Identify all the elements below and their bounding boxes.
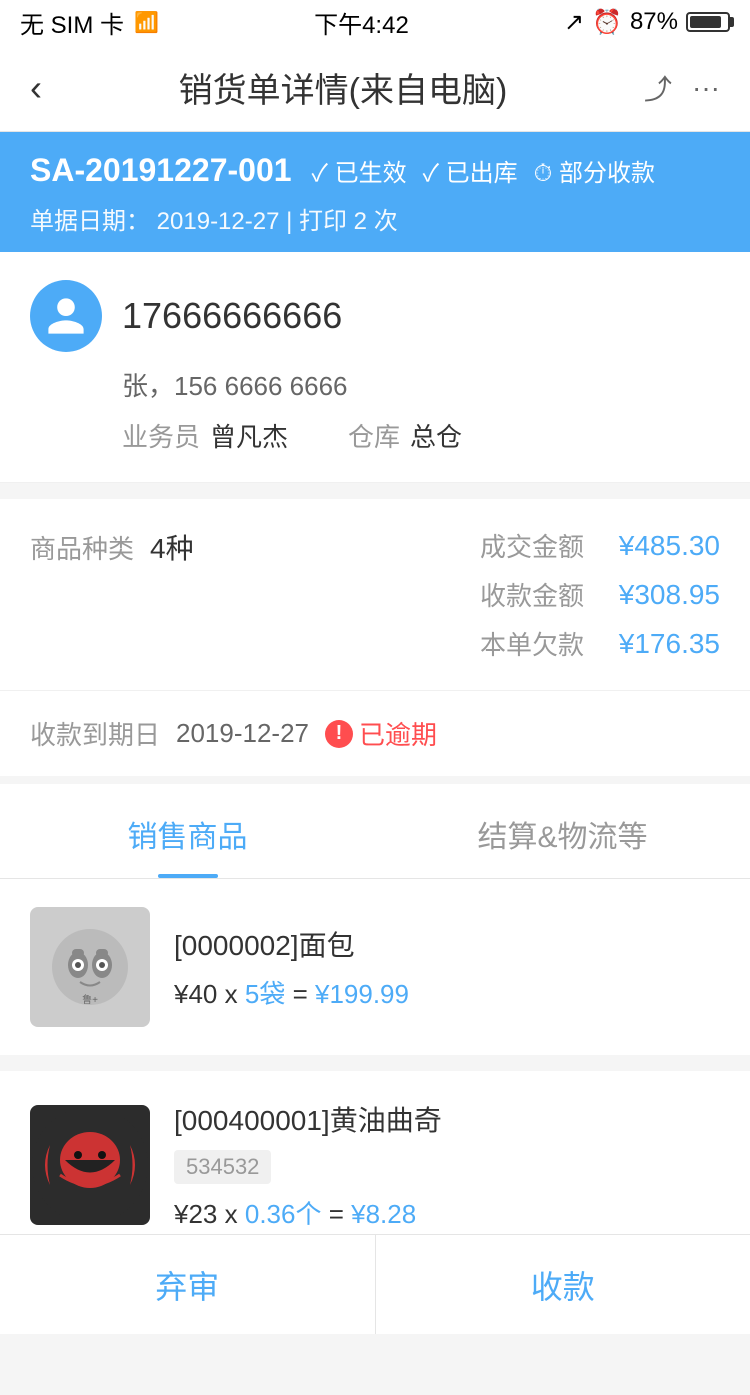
product-total-1: ¥199.99 xyxy=(315,979,409,1009)
sales-name: 曾凡杰 xyxy=(210,417,288,454)
tab-settlement-label: 结算&物流等 xyxy=(477,821,647,854)
avatar xyxy=(30,280,102,352)
product-base-price-2: ¥23 xyxy=(174,1199,217,1229)
customer-section: 17666666666 张，156 6666 6666 业务员 曾凡杰 仓库 总… xyxy=(0,252,750,483)
customer-meta: 业务员 曾凡杰 仓库 总仓 xyxy=(30,417,720,454)
product-name-2: [000400001]黄油曲奇 xyxy=(174,1099,720,1139)
status-partial: ⏱ 部分收款 xyxy=(534,153,655,188)
date-label: 单据日期： xyxy=(30,208,150,235)
deal-value: ¥485.30 xyxy=(600,530,720,562)
tabs: 销售商品 结算&物流等 xyxy=(0,784,750,879)
product-price-1: ¥40 x 5袋 = ¥199.99 xyxy=(174,974,720,1011)
product-qty-2: 0.36个 xyxy=(245,1199,322,1229)
status-time: 下午4:42 xyxy=(314,5,409,40)
product-card: 鲁+ [0000002]面包 ¥40 x 5袋 = ¥199.99 xyxy=(0,879,750,1055)
header-banner: SA-20191227-001 ✓ 已生效 ✓ 已出库 ⏱ 部分收款 单据日期：… xyxy=(0,132,750,252)
received-value: ¥308.95 xyxy=(600,579,720,611)
warehouse-meta: 仓库 总仓 xyxy=(348,417,462,454)
warehouse-label: 仓库 xyxy=(348,417,400,454)
overdue-badge: ! 已逾期 xyxy=(325,715,437,752)
category-value: 4种 xyxy=(150,527,194,567)
overdue-icon: ! xyxy=(325,720,353,748)
status-left: 无 SIM 卡 📶 xyxy=(20,5,159,40)
product-image-2 xyxy=(30,1105,150,1225)
summary-right: 成交金额 ¥485.30 收款金额 ¥308.95 本单欠款 ¥176.35 xyxy=(480,527,720,662)
debt-row: 本单欠款 ¥176.35 xyxy=(480,625,720,662)
debt-value: ¥176.35 xyxy=(600,628,720,660)
bottom-bar: 弃审 收款 xyxy=(0,1234,750,1334)
page-title: 销货单详情(来自电脑) xyxy=(179,63,508,112)
overdue-text: 已逾期 xyxy=(359,715,437,752)
svg-text:鲁+: 鲁+ xyxy=(82,993,98,1006)
customer-phone: 17666666666 xyxy=(122,295,342,337)
product-thumbnail-2 xyxy=(30,1105,150,1225)
status-active: ✓ 已生效 xyxy=(312,153,407,188)
carrier-text: 无 SIM 卡 xyxy=(20,5,124,40)
sales-label: 业务员 xyxy=(122,417,200,454)
product-qty-1: 5袋 xyxy=(245,979,285,1009)
share-button[interactable]: ⤴ xyxy=(644,68,672,108)
product-card-2: [000400001]黄油曲奇 534532 ¥23 x 0.36个 = ¥8.… xyxy=(0,1071,750,1259)
confirm-button[interactable]: 收款 xyxy=(376,1235,750,1334)
status-right: ↗ ⏰ 87% xyxy=(564,8,730,37)
deal-label: 成交金额 xyxy=(480,527,584,564)
status-tags: ✓ 已生效 ✓ 已出库 ⏱ 部分收款 xyxy=(312,153,656,188)
alarm-icon: ⏰ xyxy=(592,8,622,37)
warehouse-name: 总仓 xyxy=(410,417,462,454)
summary-grid: 商品种类 4种 成交金额 ¥485.30 收款金额 ¥308.95 本单欠款 ¥… xyxy=(30,527,720,662)
product-total-2: ¥8.28 xyxy=(351,1199,416,1229)
more-button[interactable]: ··· xyxy=(692,72,720,104)
nav-actions: ⤴ ··· xyxy=(644,68,720,108)
order-id: SA-20191227-001 xyxy=(30,152,292,189)
print-info: | 打印 2 次 xyxy=(286,208,398,235)
product-badge-2: 534532 xyxy=(174,1150,271,1184)
product-base-price-1: ¥40 xyxy=(174,979,217,1009)
wifi-icon: 📶 xyxy=(134,10,159,35)
order-date: 2019-12-27 xyxy=(157,208,280,235)
debt-label: 本单欠款 xyxy=(480,625,584,662)
due-label: 收款到期日 xyxy=(30,715,160,752)
category-label: 商品种类 xyxy=(30,529,134,566)
summary-section: 商品种类 4种 成交金额 ¥485.30 收款金额 ¥308.95 本单欠款 ¥… xyxy=(0,499,750,691)
battery-text: 87% xyxy=(630,8,678,36)
products-section: 鲁+ [0000002]面包 ¥40 x 5袋 = ¥199.99 xyxy=(0,879,750,1259)
product-info-1: [0000002]面包 ¥40 x 5袋 = ¥199.99 xyxy=(174,924,720,1011)
battery-icon xyxy=(686,12,730,32)
deal-row: 成交金额 ¥485.30 xyxy=(480,527,720,564)
summary-left: 商品种类 4种 xyxy=(30,527,194,567)
product-name-1: [0000002]面包 xyxy=(174,924,720,964)
received-label: 收款金额 xyxy=(480,576,584,613)
tab-products[interactable]: 销售商品 xyxy=(0,784,375,878)
product-info-2: [000400001]黄油曲奇 534532 ¥23 x 0.36个 = ¥8.… xyxy=(174,1099,720,1231)
due-section: 收款到期日 2019-12-27 ! 已逾期 xyxy=(0,691,750,784)
nav-bar: ‹ 销货单详情(来自电脑) ⤴ ··· xyxy=(0,44,750,132)
customer-detail: 张，156 6666 6666 xyxy=(30,366,720,403)
banner-date-row: 单据日期： 2019-12-27 | 打印 2 次 xyxy=(30,201,720,236)
status-shipped: ✓ 已出库 xyxy=(423,153,518,188)
back-button[interactable]: ‹ xyxy=(30,67,42,109)
status-bar: 无 SIM 卡 📶 下午4:42 ↗ ⏰ 87% xyxy=(0,0,750,44)
product-thumbnail-1: 鲁+ xyxy=(50,927,130,1007)
product-image-1: 鲁+ xyxy=(30,907,150,1027)
due-date: 2019-12-27 xyxy=(176,718,309,749)
tab-products-label: 销售商品 xyxy=(128,821,248,854)
user-icon xyxy=(44,294,88,338)
received-row: 收款金额 ¥308.95 xyxy=(480,576,720,613)
tab-settlement[interactable]: 结算&物流等 xyxy=(375,784,750,878)
customer-top: 17666666666 xyxy=(30,280,720,352)
sales-meta: 业务员 曾凡杰 xyxy=(122,417,288,454)
cancel-button[interactable]: 弃审 xyxy=(0,1235,376,1334)
location-icon: ↗ xyxy=(564,8,584,37)
divider-1 xyxy=(0,483,750,499)
product-price-2: ¥23 x 0.36个 = ¥8.28 xyxy=(174,1194,720,1231)
